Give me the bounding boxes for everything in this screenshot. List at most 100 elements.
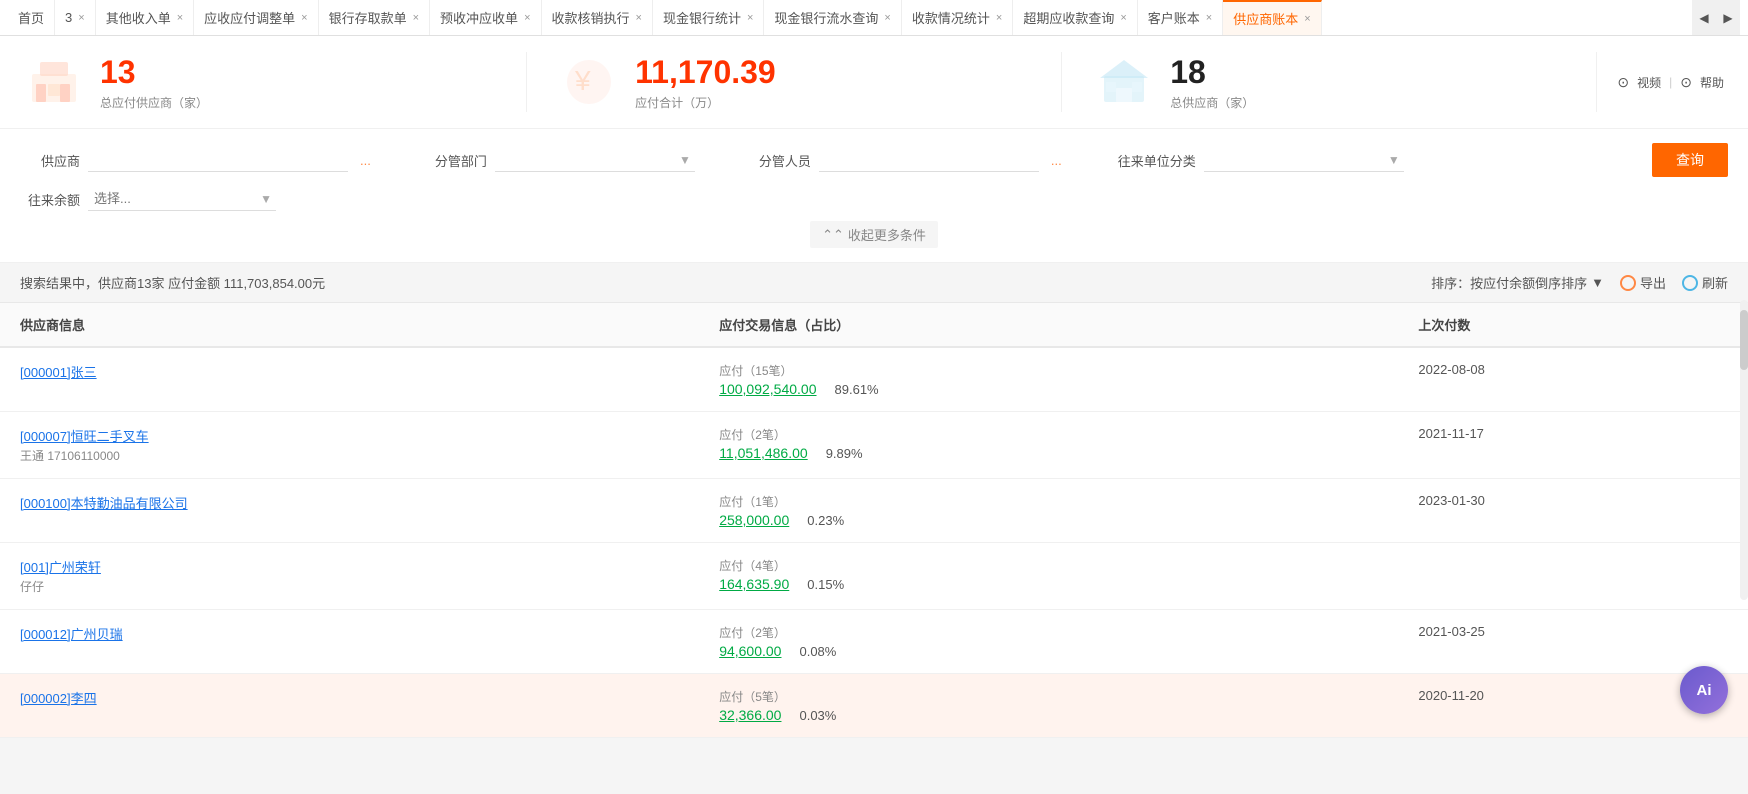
total-suppliers-value: 18 [1170,53,1254,91]
tx-label-2: 应付（1笔） [719,493,1378,510]
ai-label: Ai [1697,682,1712,699]
tx-percent-2: 0.23% [807,513,844,528]
tx-row-3: 164,635.900.15% [719,576,1378,592]
table-row: [001]广州荣轩仔仔应付（4笔）164,635.900.15% [0,543,1748,610]
dept-filter-label: 分管部门 [427,151,487,170]
supplier-link-1[interactable]: [000007]恒旺二手叉车 [20,429,149,444]
nav-tab-collection-stat[interactable]: 收款情况统计× [902,0,1013,36]
tx-row-1: 11,051,486.00 9.89% [719,445,1378,461]
nav-arrow-right[interactable]: ▶ [1716,0,1740,36]
tx-amount-1[interactable]: 11,051,486.00 [719,445,808,461]
col-header-lastpay: 上次付数 [1398,303,1748,347]
supplier-cell-3: [001]广州荣轩仔仔 [0,543,699,610]
tab-close-cash-bank-flow[interactable]: × [884,12,890,24]
video-link[interactable]: 视频 [1637,74,1661,91]
tx-amount-3[interactable]: 164,635.90 [719,576,789,592]
nav-tab-collection-verify[interactable]: 收款核销执行× [542,0,653,36]
query-button[interactable]: 查询 [1652,143,1728,177]
tx-percent-4: 0.08% [799,644,836,659]
tx-percent-1: 9.89% [826,446,863,461]
collapse-button[interactable]: ⌃⌃ 收起更多条件 [810,221,938,248]
tab-close-advance[interactable]: × [524,12,530,24]
supplier-link-5[interactable]: [000002]李四 [20,691,97,706]
category-select-wrap: ▼ [1204,148,1404,172]
nav-tab-ap-adj[interactable]: 应收应付调整单× [194,0,318,36]
summary-card-ap-suppliers: 13 总应付供应商（家） [24,52,527,112]
tab-close-ap-adj[interactable]: × [301,12,307,24]
filter-dept: 分管部门 ▼ [427,148,695,172]
result-summary: 搜索结果中，供应商13家 应付金额 111,703,854.00元 [20,273,325,292]
tab-close-other-income[interactable]: × [177,12,183,24]
filter-person: 分管人员 ... [751,148,1062,172]
sort-label: 排序：按应付余额倒序排序 [1431,273,1587,292]
table-header-row: 供应商信息 应付交易信息（占比） 上次付数 [0,303,1748,347]
supplier-filter-label: 供应商 [20,151,80,170]
result-bar: 搜索结果中，供应商13家 应付金额 111,703,854.00元 排序：按应付… [0,263,1748,303]
tab-close-supplier-account[interactable]: × [1304,13,1310,25]
tab-close-customer-account[interactable]: × [1206,12,1212,24]
refresh-button[interactable]: 刷新 [1682,273,1728,292]
dept-select[interactable] [495,148,695,172]
nav-tab-other-income[interactable]: 其他收入单× [96,0,194,36]
supplier-link-3[interactable]: [001]广州荣轩 [20,560,101,575]
supplier-link-0[interactable]: [000001]张三 [20,365,97,380]
total-suppliers-label: 总供应商（家） [1170,94,1254,111]
tab-close-collection-verify[interactable]: × [636,12,642,24]
sort-select[interactable]: 排序：按应付余额倒序排序 ▼ [1431,273,1604,292]
tab-close-cash-bank-stat[interactable]: × [747,12,753,24]
tx-row-0: 100,092,540.00 89.61% [719,381,1378,397]
person-input[interactable] [819,148,1039,172]
nav-tab-tab3[interactable]: 3× [55,0,96,36]
ai-button[interactable]: Ai [1680,666,1728,714]
category-filter-label: 往来单位分类 [1118,151,1196,170]
tx-label-4: 应付（2笔） [719,624,1378,641]
filter-balance: 往来余额 ▼ [20,187,276,211]
table-row: [000001]张三应付（15笔）100,092,540.0089.61%202… [0,347,1748,412]
tx-row-4: 94,600.00 0.08% [719,643,1378,659]
refresh-label: 刷新 [1702,273,1728,292]
export-button[interactable]: 导出 [1620,273,1666,292]
tab-close-tab3[interactable]: × [78,12,84,24]
lastpay-cell-1: 2021-11-17 [1398,412,1748,479]
nav-tab-home[interactable]: 首页 [8,0,55,36]
supplier-icon [24,52,84,112]
tx-amount-2[interactable]: 258,000.00 [719,512,789,528]
table-row: [000002]李四应付（5笔）32,366.000.03%2020-11-20 [0,674,1748,738]
nav-arrow-left[interactable]: ◀ [1692,0,1716,36]
tx-amount-4[interactable]: 94,600.00 [719,643,781,659]
supplier-sub-3: 仔仔 [20,578,679,595]
supplier-cell-1: [000007]恒旺二手叉车王通 17106110000 [0,412,699,479]
category-select[interactable] [1204,148,1404,172]
filter-category: 往来单位分类 ▼ [1118,148,1404,172]
tx-cell-1: 应付（2笔）11,051,486.009.89% [699,412,1398,479]
tx-amount-0[interactable]: 100,092,540.00 [719,381,816,397]
tx-percent-0: 89.61% [835,382,879,397]
nav-tab-advance[interactable]: 预收冲应收单× [430,0,541,36]
supplier-link-4[interactable]: [000012]广州贝瑞 [20,627,123,642]
person-dots[interactable]: ... [1051,153,1062,168]
supplier-dots[interactable]: ... [360,153,371,168]
help-link[interactable]: 帮助 [1700,74,1724,91]
balance-select-wrap: ▼ [88,187,276,211]
scrollbar-thumb[interactable] [1740,310,1748,370]
nav-tab-overdue[interactable]: 超期应收款查询× [1013,0,1137,36]
top-nav: 首页3×其他收入单×应收应付调整单×银行存取款单×预收冲应收单×收款核销执行×现… [0,0,1748,36]
nav-tab-supplier-account[interactable]: 供应商账本× [1223,0,1321,36]
nav-tab-bank-deposit[interactable]: 银行存取款单× [319,0,430,36]
nav-tab-cash-bank-stat[interactable]: 现金银行统计× [653,0,764,36]
summary-bar: 13 总应付供应商（家） ¥ 11,170.39 应付合计（万） [0,36,1748,129]
tab-close-collection-stat[interactable]: × [996,12,1002,24]
supplier-input[interactable] [88,148,348,172]
nav-tab-cash-bank-flow[interactable]: 现金银行流水查询× [764,0,901,36]
balance-select[interactable] [88,187,276,211]
export-icon [1620,275,1636,291]
tx-amount-5[interactable]: 32,366.00 [719,707,781,723]
tab-close-overdue[interactable]: × [1120,12,1126,24]
export-label: 导出 [1640,273,1666,292]
supplier-link-2[interactable]: [000100]本特勤油品有限公司 [20,496,188,511]
scrollbar-track [1740,300,1748,600]
tab-close-bank-deposit[interactable]: × [413,12,419,24]
nav-tab-customer-account[interactable]: 客户账本× [1138,0,1223,36]
supplier-sub-1: 王通 17106110000 [20,447,679,464]
ap-total-info: 11,170.39 应付合计（万） [635,53,776,110]
